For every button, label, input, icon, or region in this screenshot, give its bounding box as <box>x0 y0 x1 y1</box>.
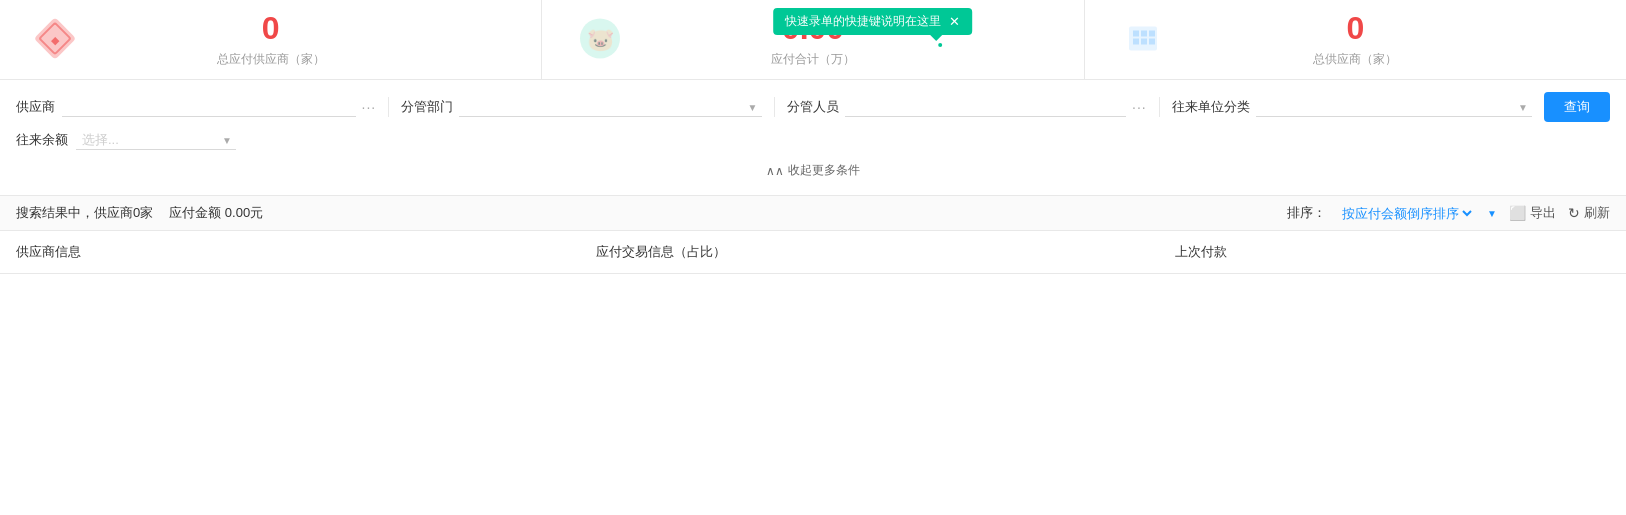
col-payment-header: 上次付款 <box>1175 243 1610 261</box>
table-body <box>0 274 1626 515</box>
filter-supplier: 供应商 ··· <box>16 97 376 117</box>
query-button[interactable]: 查询 <box>1544 92 1610 122</box>
pig-icon: 🐷 <box>572 10 628 69</box>
payable-suppliers-label: 总应付供应商（家） <box>217 51 325 68</box>
category-label: 往来单位分类 <box>1172 98 1250 116</box>
tooltip-dot <box>936 41 944 49</box>
refresh-button[interactable]: ↻ 刷新 <box>1568 204 1610 222</box>
payable-suppliers-number: 0 <box>262 11 280 46</box>
supplier-label: 供应商 <box>16 98 56 116</box>
balance-select-wrapper: 选择... ▼ <box>76 130 236 150</box>
refresh-label: 刷新 <box>1584 204 1610 222</box>
sort-select[interactable]: 按应付会额倒序排序 <box>1338 205 1475 222</box>
collapse-bar: ∧∧ 收起更多条件 <box>16 158 1610 187</box>
supplier-input-wrapper <box>62 97 356 117</box>
collapse-up-icon: ∧∧ <box>766 164 784 178</box>
svg-text:🐷: 🐷 <box>587 25 615 52</box>
result-actions: 排序： 按应付会额倒序排序 ▼ ⬜ 导出 ↻ 刷新 <box>1287 204 1610 222</box>
svg-rect-9 <box>1133 38 1139 44</box>
department-select[interactable] <box>459 97 761 117</box>
filter-row-1: 供应商 ··· 分管部门 ▼ 分管人员 ··· <box>16 92 1610 122</box>
svg-rect-6 <box>1133 30 1139 36</box>
amount-text: 应付金额 0.00元 <box>169 204 263 222</box>
category-select[interactable] <box>1256 97 1532 117</box>
stat-total-suppliers: 0 总供应商（家） <box>1085 0 1626 79</box>
export-label: 导出 <box>1530 204 1556 222</box>
export-icon: ⬜ <box>1509 205 1526 221</box>
table-header: 供应商信息 应付交易信息（占比） 上次付款 <box>0 231 1626 274</box>
category-select-wrapper: ▼ <box>1256 97 1532 117</box>
supplier-input[interactable] <box>62 97 356 116</box>
department-select-wrapper: ▼ <box>459 97 761 117</box>
collapse-button[interactable]: ∧∧ 收起更多条件 <box>766 162 860 179</box>
person-dots-icon[interactable]: ··· <box>1132 99 1147 115</box>
svg-rect-8 <box>1149 30 1155 36</box>
diamond-icon: ◆ <box>30 13 80 66</box>
total-suppliers-label: 总供应商（家） <box>1313 51 1397 68</box>
divider-1 <box>388 97 389 117</box>
stats-bar: ◆ 0 总应付供应商（家） 🐷 0.00 应付合计（万） 快速录单的快捷键说明在… <box>0 0 1626 80</box>
total-suppliers-number: 0 <box>1346 11 1364 46</box>
stat-payable-total: 🐷 0.00 应付合计（万） 快速录单的快捷键说明在这里 ✕ <box>542 0 1084 79</box>
stat-payable-suppliers: ◆ 0 总应付供应商（家） <box>0 0 542 79</box>
department-label: 分管部门 <box>401 98 453 116</box>
divider-2 <box>774 97 775 117</box>
filter-balance: 往来余额 选择... ▼ <box>16 130 236 150</box>
tooltip-text: 快速录单的快捷键说明在这里 <box>785 13 941 30</box>
svg-text:◆: ◆ <box>51 33 60 45</box>
payable-total-label: 应付合计（万） <box>771 51 855 68</box>
supplier-count-text: 搜索结果中，供应商0家 <box>16 204 153 222</box>
refresh-icon: ↻ <box>1568 205 1580 221</box>
svg-rect-7 <box>1141 30 1147 36</box>
result-bar: 搜索结果中，供应商0家 应付金额 0.00元 排序： 按应付会额倒序排序 ▼ ⬜… <box>0 196 1626 231</box>
supplier-dots-icon[interactable]: ··· <box>362 99 377 115</box>
sort-label: 排序： <box>1287 204 1326 222</box>
building-icon <box>1115 10 1171 69</box>
balance-select[interactable]: 选择... <box>76 130 236 150</box>
svg-rect-10 <box>1141 38 1147 44</box>
col-supplier-header: 供应商信息 <box>16 243 596 261</box>
filter-category: 往来单位分类 ▼ <box>1172 97 1532 117</box>
divider-3 <box>1159 97 1160 117</box>
svg-rect-11 <box>1149 38 1155 44</box>
filter-person: 分管人员 ··· <box>787 97 1147 117</box>
balance-label: 往来余额 <box>16 131 68 149</box>
tooltip-close-icon[interactable]: ✕ <box>949 15 960 28</box>
col-transaction-header: 应付交易信息（占比） <box>596 243 1176 261</box>
person-label: 分管人员 <box>787 98 839 116</box>
tooltip-bubble: 快速录单的快捷键说明在这里 ✕ <box>773 8 972 35</box>
filter-row-2: 往来余额 选择... ▼ <box>16 130 1610 150</box>
filter-department: 分管部门 ▼ <box>401 97 761 117</box>
collapse-text: 收起更多条件 <box>788 162 860 179</box>
result-info: 搜索结果中，供应商0家 应付金额 0.00元 <box>16 204 263 222</box>
filter-bar: 供应商 ··· 分管部门 ▼ 分管人员 ··· <box>0 80 1626 196</box>
person-input-wrapper <box>845 97 1127 117</box>
export-button[interactable]: ⬜ 导出 <box>1509 204 1556 222</box>
person-input[interactable] <box>845 97 1127 116</box>
sort-chevron-icon: ▼ <box>1487 208 1497 219</box>
